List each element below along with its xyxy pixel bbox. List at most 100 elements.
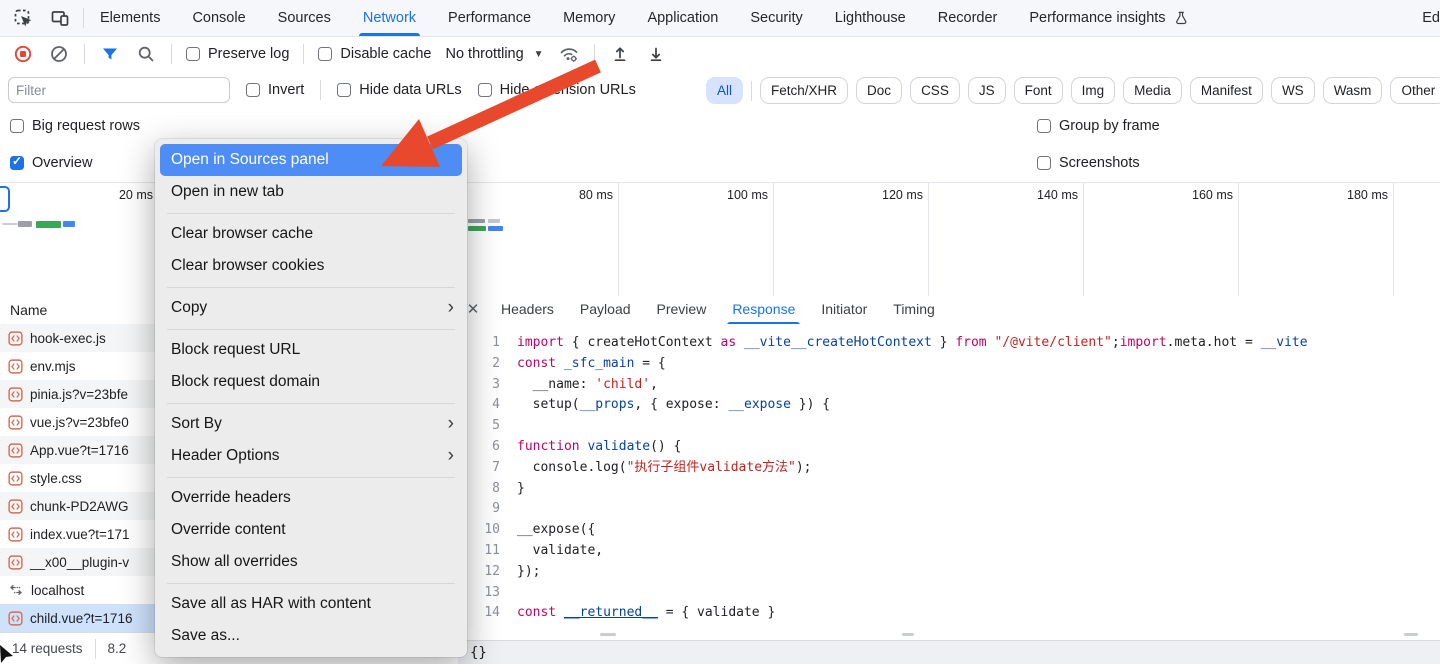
filter-input[interactable] (8, 77, 230, 103)
overview-drag-handle[interactable] (0, 186, 10, 212)
filter-chip-wasm[interactable]: Wasm (1322, 77, 1383, 104)
menu-item-copy[interactable]: Copy › (155, 292, 467, 324)
name-column-header[interactable]: Name (10, 296, 47, 324)
filter-chip-fetch-xhr[interactable]: Fetch/XHR (760, 77, 849, 104)
tab-ed[interactable]: Ed (1406, 0, 1440, 36)
tab-application[interactable]: Application (631, 0, 734, 36)
record-network-log-icon[interactable] (12, 43, 34, 65)
tab-performance[interactable]: Performance (432, 0, 547, 36)
menu-item-open-in-sources-panel[interactable]: Open in Sources panel (160, 144, 462, 176)
tab-performance-insights[interactable]: Performance insights (1013, 0, 1203, 36)
big-request-rows-checkbox[interactable]: Big request rows (10, 118, 140, 134)
menu-item-save-all-as-har-with-content[interactable]: Save all as HAR with content (155, 588, 467, 620)
menu-item-clear-browser-cache[interactable]: Clear browser cache (155, 218, 467, 250)
code-text: console.log("执行子组件validate方法"); (517, 459, 812, 475)
request-count: 14 requests (12, 641, 83, 656)
throttling-dropdown[interactable]: No throttling ▼ (445, 46, 543, 62)
tab-security[interactable]: Security (734, 0, 818, 36)
menu-item-block-request-domain[interactable]: Block request domain (155, 366, 467, 398)
filter-chip-manifest[interactable]: Manifest (1189, 77, 1263, 104)
tab-recorder[interactable]: Recorder (922, 0, 1014, 36)
filter-chip-css[interactable]: CSS (910, 77, 960, 104)
main-tabs: Elements Console Sources Network Performance… (84, 0, 1440, 36)
screenshots-checkbox[interactable]: Screenshots (1037, 155, 1140, 171)
chip-label: Img (1081, 83, 1105, 98)
checkbox[interactable] (10, 119, 24, 133)
filter-icon[interactable] (99, 43, 121, 65)
clear-network-log-icon[interactable] (48, 43, 70, 65)
script-file-icon (8, 386, 23, 402)
tab-network[interactable]: Network (347, 0, 432, 36)
inspect-element-icon[interactable] (12, 7, 34, 29)
hide-extension-urls-checkbox[interactable]: Hide extension URLs (477, 82, 636, 98)
filter-chip-all[interactable]: All (706, 77, 744, 104)
detail-tab-response[interactable]: Response (719, 296, 808, 325)
network-conditions-icon[interactable] (558, 43, 580, 65)
tab-label: Security (750, 10, 803, 26)
code-line: 6 function validate() { (458, 437, 1440, 458)
tab-memory[interactable]: Memory (547, 0, 631, 36)
filter-chip-doc[interactable]: Doc (856, 77, 903, 104)
checkbox[interactable] (246, 83, 260, 97)
tab-label: Performance insights (1029, 10, 1166, 26)
timeline-gridline (618, 183, 619, 297)
import-har-icon[interactable] (609, 43, 631, 65)
detail-tab-list: Headers Payload Preview Response Initiator Ti… (488, 296, 948, 325)
detail-tab-payload[interactable]: Payload (567, 296, 644, 324)
menu-item-override-headers[interactable]: Override headers (155, 482, 467, 514)
tab-sources[interactable]: Sources (262, 0, 347, 36)
menu-item-header-options[interactable]: Header Options › (155, 440, 467, 472)
detail-tab-headers[interactable]: Headers (488, 296, 567, 324)
tab-console[interactable]: Console (176, 0, 261, 36)
preserve-log-checkbox[interactable]: Preserve log (186, 46, 289, 62)
checkbox[interactable] (477, 83, 492, 97)
throttling-value: No throttling (445, 46, 524, 62)
menu-item-override-content[interactable]: Override content (155, 514, 467, 546)
filter-chip-js[interactable]: JS (967, 77, 1006, 104)
chip-label: Doc (867, 83, 892, 98)
detail-tab-timing[interactable]: Timing (880, 296, 948, 324)
hide-data-urls-checkbox[interactable]: Hide data URLs (337, 82, 462, 98)
filter-chip-media[interactable]: Media (1123, 77, 1182, 104)
tab-label: Performance (448, 10, 532, 26)
request-name: style.css (30, 470, 82, 486)
menu-item-show-all-overrides[interactable]: Show all overrides (155, 546, 467, 578)
filter-chip-img[interactable]: Img (1070, 77, 1116, 104)
script-file-icon (8, 470, 23, 486)
export-har-icon[interactable] (645, 43, 667, 65)
checkbox[interactable] (337, 83, 352, 97)
checkbox[interactable] (318, 47, 333, 61)
detail-tab-preview[interactable]: Preview (644, 296, 720, 324)
disable-cache-checkbox[interactable]: Disable cache (318, 46, 431, 62)
menu-divider (167, 328, 455, 330)
code-line: 9 (458, 499, 1440, 520)
menu-item-open-in-new-tab[interactable]: Open in new tab (155, 176, 467, 208)
checkbox[interactable] (1037, 156, 1051, 170)
preserve-log-label: Preserve log (208, 46, 290, 62)
filter-chip-other[interactable]: Other (1390, 77, 1440, 104)
menu-item-clear-browser-cookies[interactable]: Clear browser cookies (155, 250, 467, 282)
tab-elements[interactable]: Elements (84, 0, 176, 36)
search-icon[interactable] (135, 43, 157, 65)
menu-item-block-request-url[interactable]: Block request URL (155, 334, 467, 366)
checkbox[interactable] (10, 154, 24, 170)
checkbox[interactable] (1037, 119, 1051, 133)
code-text: import { createHotContext as __vite__cre… (517, 335, 1308, 350)
overview-checkbox[interactable]: Overview (10, 154, 92, 171)
menu-item-save-as[interactable]: Save as... (155, 620, 467, 652)
pretty-print-button[interactable]: {} (470, 645, 487, 661)
group-by-frame-checkbox[interactable]: Group by frame (1037, 118, 1160, 134)
menu-item-sort-by[interactable]: Sort By › (155, 408, 467, 440)
detail-tab-initiator[interactable]: Initiator (808, 296, 880, 324)
detail-tab-label: Response (732, 301, 796, 317)
filter-chip-ws[interactable]: WS (1270, 77, 1315, 104)
devtools-window: Elements Console Sources Network Performance… (0, 0, 1440, 664)
filter-chip-font[interactable]: Font (1013, 77, 1063, 104)
device-toolbar-icon[interactable] (49, 7, 71, 29)
tab-lighthouse[interactable]: Lighthouse (819, 0, 922, 36)
code-line: 8} (458, 479, 1440, 500)
checkbox[interactable] (186, 47, 200, 61)
timeline-label: 20 ms (118, 188, 153, 202)
response-code-view[interactable]: 1 import { createHotContext as __vite__cr… (458, 324, 1440, 637)
invert-checkbox[interactable]: Invert (246, 82, 304, 98)
